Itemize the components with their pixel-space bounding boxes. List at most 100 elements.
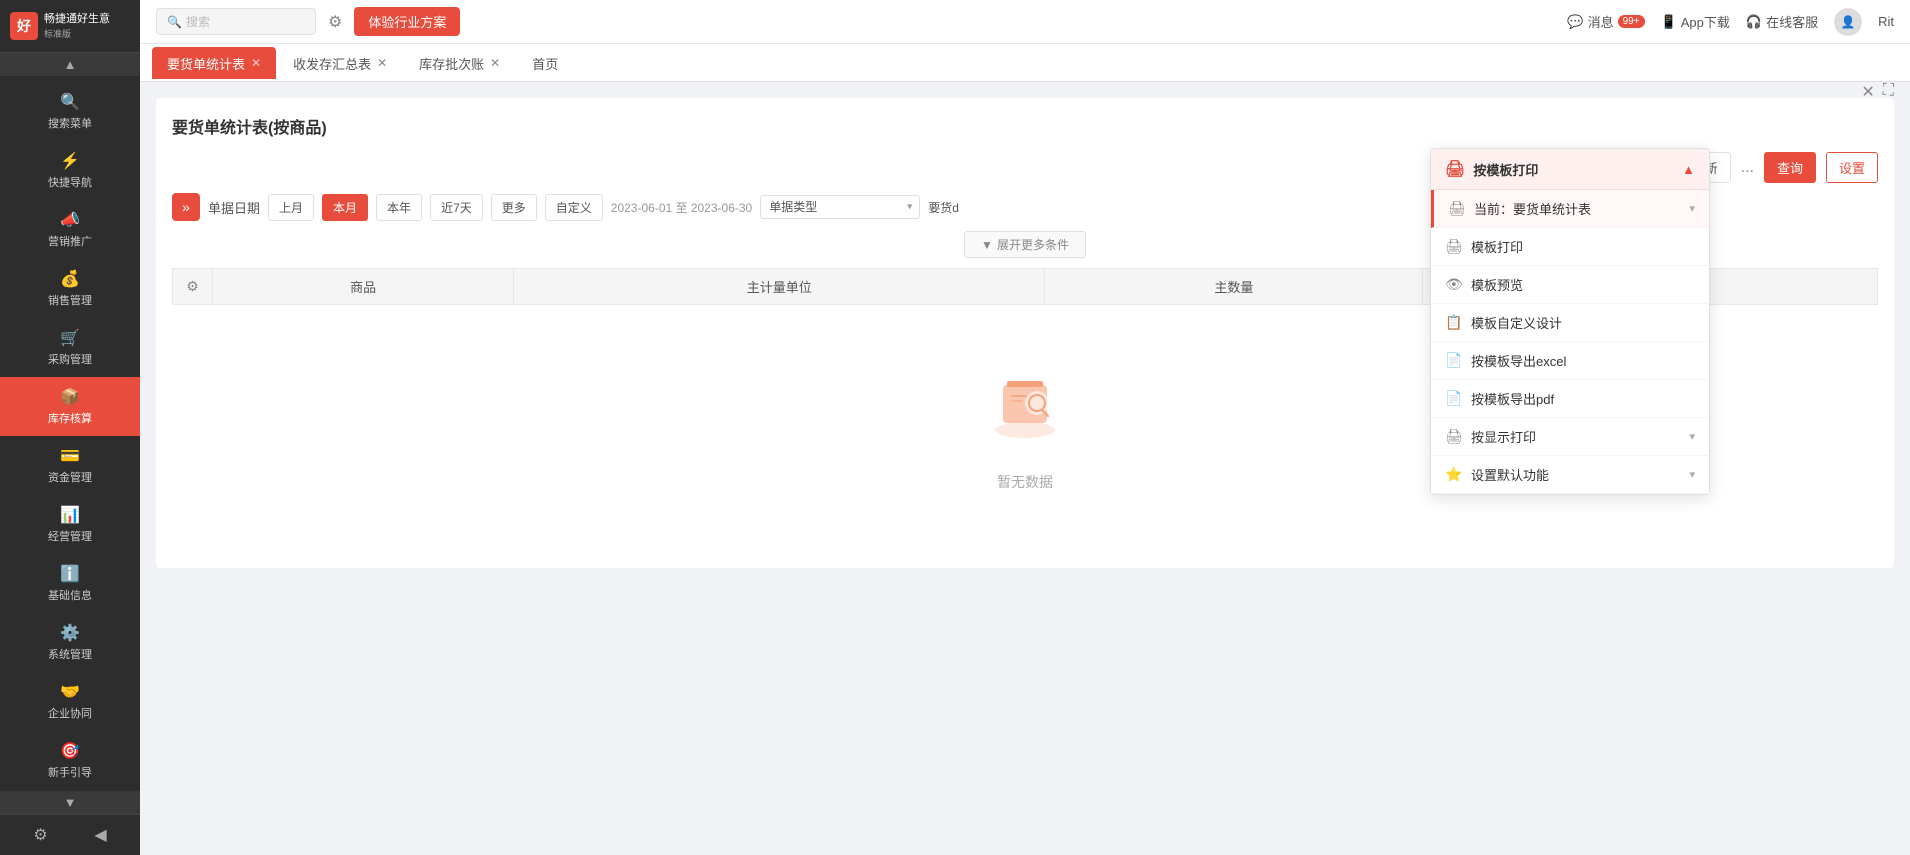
date-7days-btn[interactable]: 近7天 [430, 194, 483, 221]
sidebar-settings-icon[interactable]: ⚙ [33, 825, 47, 845]
inventory-label: 库存核算 [48, 410, 92, 426]
corp-label: 企业协同 [48, 705, 92, 721]
sidebar-item-system[interactable]: ⚙️系统管理 [0, 613, 140, 672]
user-name[interactable]: Rit [1878, 14, 1894, 29]
tab-label-1: 库存批次账 [419, 54, 484, 73]
logo-badge: 标准版 [44, 27, 110, 40]
sales-icon: 💰 [60, 269, 80, 289]
filter-expand-btn[interactable]: » [172, 193, 200, 221]
sidebar-nav: 🔍搜索菜单⚡快捷导航📣营销推广 💰 销售管理 🛒 采购管理 📦库存核算 💳 资金管理 📊经营管理… [0, 76, 140, 791]
online-service-btn[interactable]: 🎧 在线客服 [1746, 12, 1818, 31]
logo-text-block: 畅捷通好生意 标准版 [44, 12, 110, 39]
date-this-month-btn[interactable]: 本月 [322, 194, 368, 221]
sales-label: 销售管理 [48, 292, 92, 308]
dropdown-item-default-func[interactable]: ⭐ 设置默认功能 ▾ [1431, 456, 1709, 494]
tab-close-2[interactable]: ✕ [377, 56, 387, 70]
tab-要货单统计表[interactable]: 要货单统计表✕ [152, 47, 276, 79]
yaohu-label: 要货d [928, 199, 959, 216]
dropdown-print-icon: 🖨 [1445, 159, 1465, 179]
default-func-arrow: ▾ [1689, 468, 1695, 481]
sidebar-item-marketing[interactable]: 📣营销推广 [0, 200, 140, 259]
service-label: 在线客服 [1766, 12, 1818, 31]
tab-收发存汇总表[interactable]: 收发存汇总表 ✕ [278, 47, 402, 79]
tab-close-1[interactable]: ✕ [490, 56, 500, 70]
topbar-settings-icon[interactable]: ⚙ [328, 12, 342, 32]
maximize-window-icon[interactable]: ⛶ [1883, 82, 1894, 102]
display-print-label: 按显示打印 [1471, 427, 1679, 446]
trial-button[interactable]: 体验行业方案 [354, 7, 460, 36]
date-more-btn[interactable]: 更多 [491, 194, 537, 221]
dropdown-item-template-excel[interactable]: 📄 按模板导出excel [1431, 342, 1709, 380]
sidebar-scroll-down[interactable]: ▼ [0, 791, 140, 814]
table-settings-header: ⚙ [173, 269, 213, 305]
marketing-icon: 📣 [60, 210, 80, 230]
date-last-month-btn[interactable]: 上月 [268, 194, 314, 221]
operation-icon: 📊 [60, 505, 80, 525]
dropdown-item-display-print[interactable]: 🖨 按显示打印 ▾ [1431, 418, 1709, 456]
settings-btn[interactable]: 设置 [1826, 152, 1878, 183]
expand-more-btn[interactable]: ▼ 展开更多条件 [964, 231, 1086, 258]
sidebar-item-quick-nav[interactable]: ⚡快捷导航 [0, 141, 140, 200]
sidebar-item-purchase[interactable]: 🛒 采购管理 [0, 318, 140, 377]
close-window-icon[interactable]: ✕ [1861, 82, 1874, 102]
tab-close-3[interactable]: ✕ [251, 56, 261, 70]
purchase-icon: 🛒 [60, 328, 80, 348]
sidebar: 好 畅捷通好生意 标准版 ▲ 🔍搜索菜单⚡快捷导航📣营销推广 💰 销售管理 🛒 采购管理… [0, 0, 140, 855]
tab-label-2: 收发存汇总表 [293, 54, 371, 73]
window-controls: ✕ ⛶ [1861, 82, 1894, 102]
tab-label-0: 首页 [532, 54, 558, 73]
message-btn[interactable]: 💬 消息 99+ [1567, 12, 1644, 31]
logo-area: 好 畅捷通好生意 标准版 [0, 0, 140, 53]
dropdown-item-template-preview[interactable]: 👁 模板预览 [1431, 266, 1709, 304]
dropdown-header-left: 🖨 按模板打印 [1445, 159, 1538, 179]
more-btn[interactable]: ... [1741, 159, 1754, 177]
template-print-label: 模板打印 [1471, 237, 1695, 256]
sidebar-item-guide[interactable]: 🎯新手引导 [0, 731, 140, 790]
dropdown-current-label: 当前：要货单统计表 [1474, 199, 1679, 218]
tab-首页[interactable]: 首页 [517, 47, 573, 79]
bill-type-select[interactable]: 单据类型 [760, 195, 920, 219]
sidebar-item-finance[interactable]: 💳 资金管理 [0, 436, 140, 495]
quick-nav-label: 快捷导航 [48, 174, 92, 190]
col-product: 商品 [213, 269, 514, 305]
table-settings-icon[interactable]: ⚙ [186, 278, 199, 294]
sidebar-item-search[interactable]: 🔍搜索菜单 [0, 82, 140, 141]
user-avatar[interactable]: 👤 [1834, 8, 1862, 36]
template-custom-label: 模板自定义设计 [1471, 313, 1695, 332]
tab-库存批次账[interactable]: 库存批次账 ✕ [404, 47, 515, 79]
sidebar-sound-icon[interactable]: ◀ [94, 825, 106, 845]
sidebar-item-basic[interactable]: ℹ️基础信息 [0, 554, 140, 613]
logo-title: 畅捷通好生意 [44, 12, 110, 26]
dropdown-item-template-print[interactable]: 🖨 模板打印 [1431, 228, 1709, 266]
query-btn[interactable]: 查询 [1764, 152, 1816, 183]
date-custom-btn[interactable]: 自定义 [545, 194, 603, 221]
purchase-label: 采购管理 [48, 351, 92, 367]
basic-icon: ℹ️ [60, 564, 80, 584]
dropdown-current-item[interactable]: 🖨 当前：要货单统计表 ▾ [1431, 190, 1709, 228]
finance-icon: 💳 [60, 446, 80, 466]
template-print-icon: 🖨 [1445, 238, 1461, 255]
search-box[interactable]: 🔍 搜索 [156, 8, 316, 35]
sidebar-item-inventory[interactable]: 📦库存核算 [0, 377, 140, 436]
sidebar-item-operation[interactable]: 📊经营管理 [0, 495, 140, 554]
empty-icon [985, 365, 1065, 460]
date-label: 单据日期 [208, 198, 260, 217]
template-custom-icon: 📋 [1445, 314, 1461, 331]
expand-icon: » [182, 199, 190, 215]
sidebar-scroll-up[interactable]: ▲ [0, 53, 140, 76]
print-dropdown-menu: 🖨 按模板打印 ▲ 🖨 当前：要货单统计表 ▾ 🖨 模板打印 👁 模板预览 📋 … [1430, 148, 1710, 495]
search-icon: 🔍 [167, 15, 182, 29]
sidebar-item-corp[interactable]: 🤝企业协同 [0, 672, 140, 731]
default-func-label: 设置默认功能 [1471, 465, 1679, 484]
dropdown-item-template-pdf[interactable]: 📄 按模板导出pdf [1431, 380, 1709, 418]
template-preview-icon: 👁 [1445, 276, 1461, 293]
sidebar-item-sales[interactable]: 💰 销售管理 [0, 259, 140, 318]
dropdown-item-template-custom[interactable]: 📋 模板自定义设计 [1431, 304, 1709, 342]
app-download-btn[interactable]: 📱 App下载 [1661, 12, 1730, 31]
dropdown-collapse-icon[interactable]: ▲ [1682, 162, 1695, 177]
finance-label: 资金管理 [48, 469, 92, 485]
date-this-year-btn[interactable]: 本年 [376, 194, 422, 221]
expand-more-label: 展开更多条件 [997, 236, 1069, 253]
template-excel-label: 按模板导出excel [1471, 351, 1695, 370]
app-icon: 📱 [1661, 14, 1677, 30]
